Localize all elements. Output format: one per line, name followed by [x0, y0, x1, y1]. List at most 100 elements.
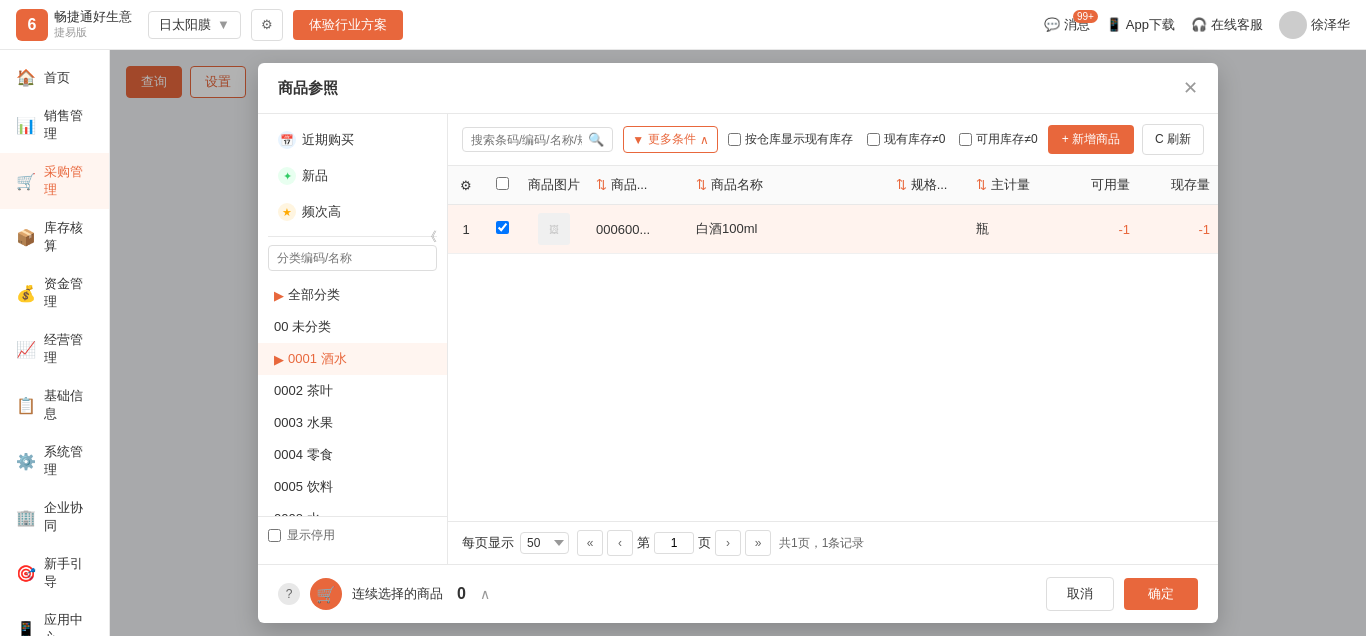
experience-button[interactable]: 体验行业方案 [293, 10, 403, 40]
col-header-unit[interactable]: ⇅ 主计量 [968, 166, 1048, 205]
category-search-input[interactable] [268, 245, 437, 271]
sidebar-item-operation[interactable]: 📈 经营管理 [0, 321, 109, 377]
table-row[interactable]: 1 🖼 000600... 白酒100ml 瓶 -1 -1 [448, 205, 1218, 254]
user-profile-nav-item[interactable]: 徐泽华 [1279, 11, 1350, 39]
purchase-icon: 🛒 [16, 172, 36, 191]
help-icon-button[interactable]: ? [278, 583, 300, 605]
guide-icon: 🎯 [16, 564, 36, 583]
settings-gear-button[interactable]: ⚙ [251, 9, 283, 41]
headset-icon: 🎧 [1191, 17, 1207, 32]
per-page-select[interactable]: 50 100 200 [520, 532, 569, 554]
inventory-icon: 📦 [16, 228, 36, 247]
row-name: 白酒100ml [688, 205, 888, 254]
cart-icon-button[interactable]: 🛒 [310, 578, 342, 610]
table-header-row: ⚙ 商品图片 [448, 166, 1218, 205]
col-header-code[interactable]: ⇅ 商品... [588, 166, 688, 205]
col-header-name[interactable]: ⇅ 商品名称 [688, 166, 888, 205]
basic-icon: 📋 [16, 396, 36, 415]
refresh-button[interactable]: C 刷新 [1142, 124, 1204, 155]
system-icon: ⚙️ [16, 452, 36, 471]
nav-right: 💬 消息 99+ 📱 App下载 🎧 在线客服 徐泽华 [1044, 11, 1350, 39]
modal-left-footer: 显示停用 [258, 516, 447, 554]
sidebar-item-home[interactable]: 🏠 首页 [0, 58, 109, 97]
confirm-button[interactable]: 确定 [1124, 578, 1198, 610]
sort-icon-unit: ⇅ [976, 177, 987, 192]
select-all-checkbox[interactable] [496, 177, 509, 190]
online-service-nav-item[interactable]: 🎧 在线客服 [1191, 16, 1263, 34]
product-search-input[interactable] [471, 133, 582, 147]
left-nav-new[interactable]: ✦ 新品 [268, 160, 437, 192]
sidebar-item-system[interactable]: ⚙️ 系统管理 [0, 433, 109, 489]
category-item-0005[interactable]: 0005 饮料 [258, 471, 447, 503]
left-nav-freq[interactable]: ★ 频次高 [268, 196, 437, 228]
col-header-checkbox[interactable] [484, 166, 520, 205]
frequency-icon: ★ [278, 203, 296, 221]
page-number-input[interactable] [654, 532, 694, 554]
cancel-button[interactable]: 取消 [1046, 577, 1114, 611]
message-nav-item[interactable]: 💬 消息 99+ [1044, 16, 1090, 34]
company-selector[interactable]: 日太阳膜 ▼ [148, 11, 241, 39]
filter-checkboxes: 按仓库显示现有库存 现有库存≠0 可用库存≠0 [728, 131, 1038, 148]
selector-arrow-icon: ▼ [217, 17, 230, 32]
cart-count-badge: 0 [457, 585, 466, 603]
sort-icon-spec: ⇅ [896, 177, 907, 192]
col-header-image: 商品图片 [520, 166, 588, 205]
more-filter-button[interactable]: ▼ 更多条件 ∧ [623, 126, 718, 153]
first-page-button[interactable]: « [577, 530, 603, 556]
col-header-settings[interactable]: ⚙ [448, 166, 484, 205]
product-table-container: ⚙ 商品图片 [448, 166, 1218, 521]
modal-left-panel: 📅 近期购买 ✦ 新品 ★ 频次高 [258, 114, 448, 564]
category-item-0001[interactable]: ▶ 0001 酒水 [258, 343, 447, 375]
apps-icon: 📱 [16, 620, 36, 637]
display-disabled-input[interactable] [268, 529, 281, 542]
enterprise-icon: 🏢 [16, 508, 36, 527]
modal-close-button[interactable]: ✕ [1183, 77, 1198, 99]
search-icon[interactable]: 🔍 [588, 132, 604, 147]
category-item-00[interactable]: 00 未分类 [258, 311, 447, 343]
warehouse-display-checkbox[interactable]: 按仓库显示现有库存 [728, 131, 853, 148]
stock-ne0-checkbox[interactable]: 现有库存≠0 [867, 131, 945, 148]
sidebar-item-purchase[interactable]: 🛒 采购管理 [0, 153, 109, 209]
page-input-area [654, 532, 694, 554]
prev-page-button[interactable]: ‹ [607, 530, 633, 556]
add-product-button[interactable]: + 新增商品 [1048, 125, 1134, 154]
sidebar-item-basic[interactable]: 📋 基础信息 [0, 377, 109, 433]
sales-icon: 📊 [16, 116, 36, 135]
product-search-box: 🔍 [462, 127, 613, 152]
left-sidebar: 🏠 首页 📊 销售管理 🛒 采购管理 📦 库存核算 💰 资金管理 📈 经营管理 … [0, 50, 110, 636]
logo-text: 畅捷通好生意 [54, 9, 132, 26]
settings-icon: ⚙ [460, 178, 472, 193]
sidebar-item-guide[interactable]: 🎯 新手引导 [0, 545, 109, 601]
row-unit: 瓶 [968, 205, 1048, 254]
row-checkbox[interactable] [484, 205, 520, 254]
collapse-panel-button[interactable]: 《 [424, 228, 437, 246]
row-spec [888, 205, 968, 254]
collapse-footer-button[interactable]: ∧ [480, 586, 490, 602]
sidebar-item-apps[interactable]: 📱 应用中心 [0, 601, 109, 636]
content-area: 查询 设置 商品参照 ✕ 📅 [110, 50, 1366, 636]
col-header-spec[interactable]: ⇅ 规格... [888, 166, 968, 205]
app-download-nav-item[interactable]: 📱 App下载 [1106, 16, 1175, 34]
last-page-button[interactable]: » [745, 530, 771, 556]
category-all-arrow-icon: ▶ [274, 288, 284, 303]
display-disabled-checkbox[interactable]: 显示停用 [268, 527, 437, 544]
category-item-0004[interactable]: 0004 零食 [258, 439, 447, 471]
avatar [1279, 11, 1307, 39]
sidebar-item-inventory[interactable]: 📦 库存核算 [0, 209, 109, 265]
category-item-all[interactable]: ▶ 全部分类 [258, 279, 447, 311]
next-page-button[interactable]: › [715, 530, 741, 556]
sidebar-item-finance[interactable]: 💰 资金管理 [0, 265, 109, 321]
available-ne0-checkbox[interactable]: 可用库存≠0 [959, 131, 1037, 148]
category-item-0003[interactable]: 0003 水果 [258, 407, 447, 439]
sidebar-item-enterprise[interactable]: 🏢 企业协同 [0, 489, 109, 545]
product-table: ⚙ 商品图片 [448, 166, 1218, 254]
modal-right-panel: 🔍 ▼ 更多条件 ∧ 按仓库显示现有库存 [448, 114, 1218, 564]
recent-icon: 📅 [278, 131, 296, 149]
finance-icon: 💰 [16, 284, 36, 303]
message-icon: 💬 [1044, 17, 1060, 32]
filter-icon: ▼ [632, 133, 644, 147]
sidebar-item-sales[interactable]: 📊 销售管理 [0, 97, 109, 153]
category-item-0002[interactable]: 0002 茶叶 [258, 375, 447, 407]
category-item-0008[interactable]: 0008 水 [258, 503, 447, 516]
left-nav-recent[interactable]: 📅 近期购买 [268, 124, 437, 156]
